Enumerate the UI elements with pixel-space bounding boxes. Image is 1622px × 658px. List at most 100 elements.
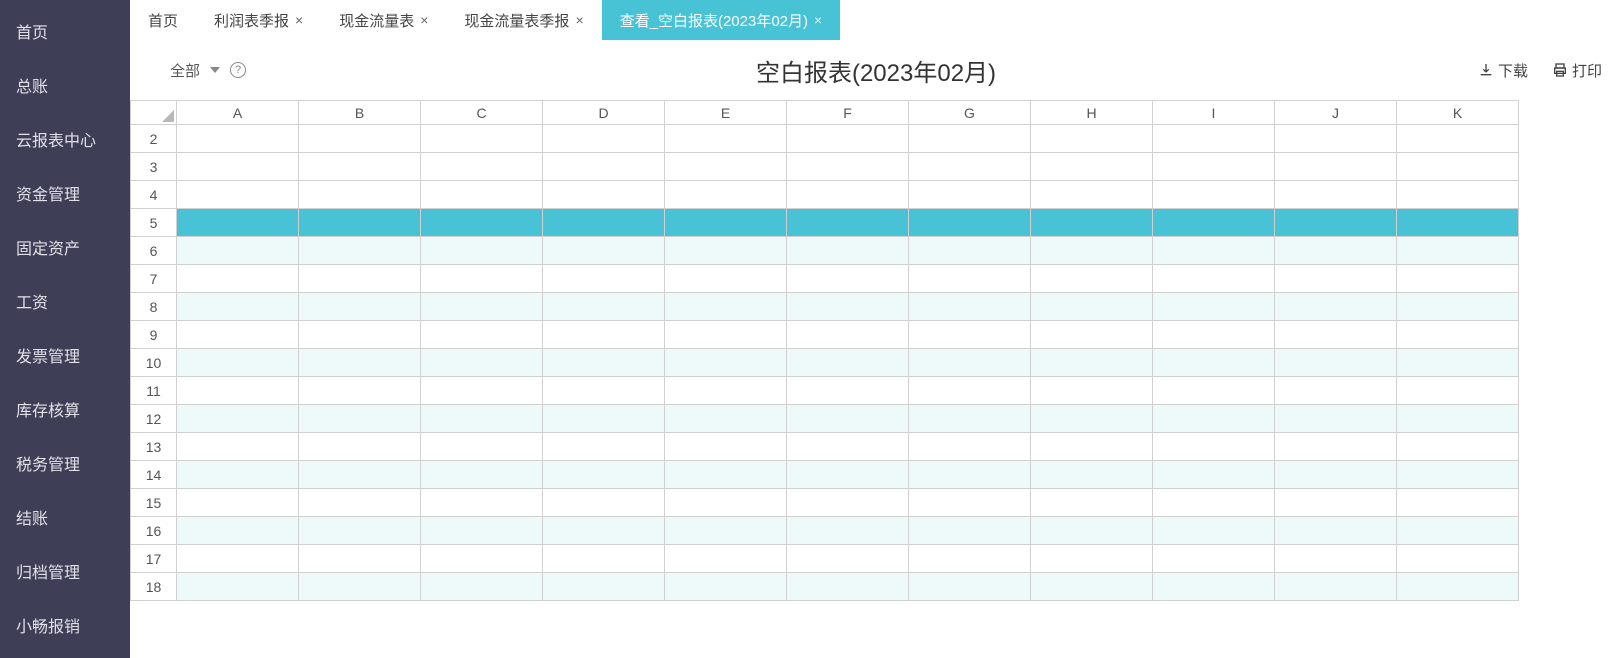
cell[interactable] <box>909 433 1031 461</box>
cell[interactable] <box>909 517 1031 545</box>
cell[interactable] <box>1275 573 1397 601</box>
cell[interactable] <box>1031 489 1153 517</box>
cell[interactable] <box>665 265 787 293</box>
cell[interactable] <box>1031 461 1153 489</box>
sidebar-item-archive[interactable]: 归档管理 <box>0 544 130 598</box>
cell[interactable] <box>909 209 1031 237</box>
cell[interactable] <box>177 265 299 293</box>
column-header[interactable]: F <box>787 101 909 125</box>
cell[interactable] <box>787 545 909 573</box>
cell[interactable] <box>421 433 543 461</box>
row-header[interactable]: 18 <box>131 573 177 601</box>
cell[interactable] <box>665 125 787 153</box>
cell[interactable] <box>543 125 665 153</box>
cell[interactable] <box>543 265 665 293</box>
cell[interactable] <box>299 237 421 265</box>
cell[interactable] <box>1397 545 1519 573</box>
cell[interactable] <box>787 377 909 405</box>
sidebar-item-ledger[interactable]: 总账 <box>0 58 130 112</box>
cell[interactable] <box>665 573 787 601</box>
cell[interactable] <box>665 517 787 545</box>
cell[interactable] <box>421 377 543 405</box>
cell[interactable] <box>1153 237 1275 265</box>
cell[interactable] <box>177 517 299 545</box>
cell[interactable] <box>787 461 909 489</box>
close-icon[interactable]: × <box>575 12 583 28</box>
cell[interactable] <box>787 209 909 237</box>
cell[interactable] <box>1397 433 1519 461</box>
cell[interactable] <box>665 461 787 489</box>
cell[interactable] <box>665 181 787 209</box>
row-header[interactable]: 7 <box>131 265 177 293</box>
cell[interactable] <box>543 181 665 209</box>
cell[interactable] <box>665 489 787 517</box>
cell[interactable] <box>1397 461 1519 489</box>
cell[interactable] <box>421 153 543 181</box>
cell[interactable] <box>543 293 665 321</box>
tab-view-blank-report[interactable]: 查看_空白报表(2023年02月) × <box>602 0 841 40</box>
cell[interactable] <box>1275 489 1397 517</box>
column-header[interactable]: E <box>665 101 787 125</box>
cell[interactable] <box>299 573 421 601</box>
cell[interactable] <box>177 237 299 265</box>
cell[interactable] <box>177 489 299 517</box>
cell[interactable] <box>1031 237 1153 265</box>
cell[interactable] <box>1397 293 1519 321</box>
spreadsheet[interactable]: ABCDEFGHIJK23456789101112131415161718 <box>130 100 1622 658</box>
cell[interactable] <box>665 237 787 265</box>
cell[interactable] <box>909 321 1031 349</box>
cell[interactable] <box>787 265 909 293</box>
cell[interactable] <box>909 293 1031 321</box>
sidebar-item-expense[interactable]: 小畅报销 <box>0 598 130 652</box>
cell[interactable] <box>299 181 421 209</box>
column-header[interactable]: G <box>909 101 1031 125</box>
cell[interactable] <box>1031 349 1153 377</box>
row-header[interactable]: 17 <box>131 545 177 573</box>
cell[interactable] <box>1153 545 1275 573</box>
cell[interactable] <box>1153 517 1275 545</box>
cell[interactable] <box>1031 517 1153 545</box>
cell[interactable] <box>299 545 421 573</box>
cell[interactable] <box>543 377 665 405</box>
column-header[interactable]: A <box>177 101 299 125</box>
cell[interactable] <box>909 153 1031 181</box>
row-header[interactable]: 14 <box>131 461 177 489</box>
column-header[interactable]: H <box>1031 101 1153 125</box>
cell[interactable] <box>177 405 299 433</box>
row-header[interactable]: 13 <box>131 433 177 461</box>
tab-profit-quarterly[interactable]: 利润表季报 × <box>196 0 321 40</box>
cell[interactable] <box>787 237 909 265</box>
cell[interactable] <box>787 293 909 321</box>
cell[interactable] <box>177 209 299 237</box>
cell[interactable] <box>421 237 543 265</box>
cell[interactable] <box>299 293 421 321</box>
column-header[interactable]: K <box>1397 101 1519 125</box>
cell[interactable] <box>665 321 787 349</box>
cell[interactable] <box>299 377 421 405</box>
column-header[interactable]: C <box>421 101 543 125</box>
cell[interactable] <box>1031 293 1153 321</box>
cell[interactable] <box>665 153 787 181</box>
cell[interactable] <box>1153 405 1275 433</box>
cell[interactable] <box>1031 405 1153 433</box>
cell[interactable] <box>1031 125 1153 153</box>
cell[interactable] <box>787 153 909 181</box>
cell[interactable] <box>421 349 543 377</box>
row-header[interactable]: 4 <box>131 181 177 209</box>
cell[interactable] <box>1275 265 1397 293</box>
print-button[interactable]: 打印 <box>1552 60 1602 81</box>
cell[interactable] <box>1153 153 1275 181</box>
cell[interactable] <box>177 433 299 461</box>
cell[interactable] <box>543 405 665 433</box>
cell[interactable] <box>1275 461 1397 489</box>
cell[interactable] <box>1153 265 1275 293</box>
cell[interactable] <box>1397 237 1519 265</box>
cell[interactable] <box>787 489 909 517</box>
filter-dropdown[interactable]: 全部 ? <box>170 60 246 81</box>
cell[interactable] <box>177 545 299 573</box>
cell[interactable] <box>1275 545 1397 573</box>
cell[interactable] <box>1397 125 1519 153</box>
cell[interactable] <box>1275 209 1397 237</box>
cell[interactable] <box>787 181 909 209</box>
cell[interactable] <box>1031 573 1153 601</box>
